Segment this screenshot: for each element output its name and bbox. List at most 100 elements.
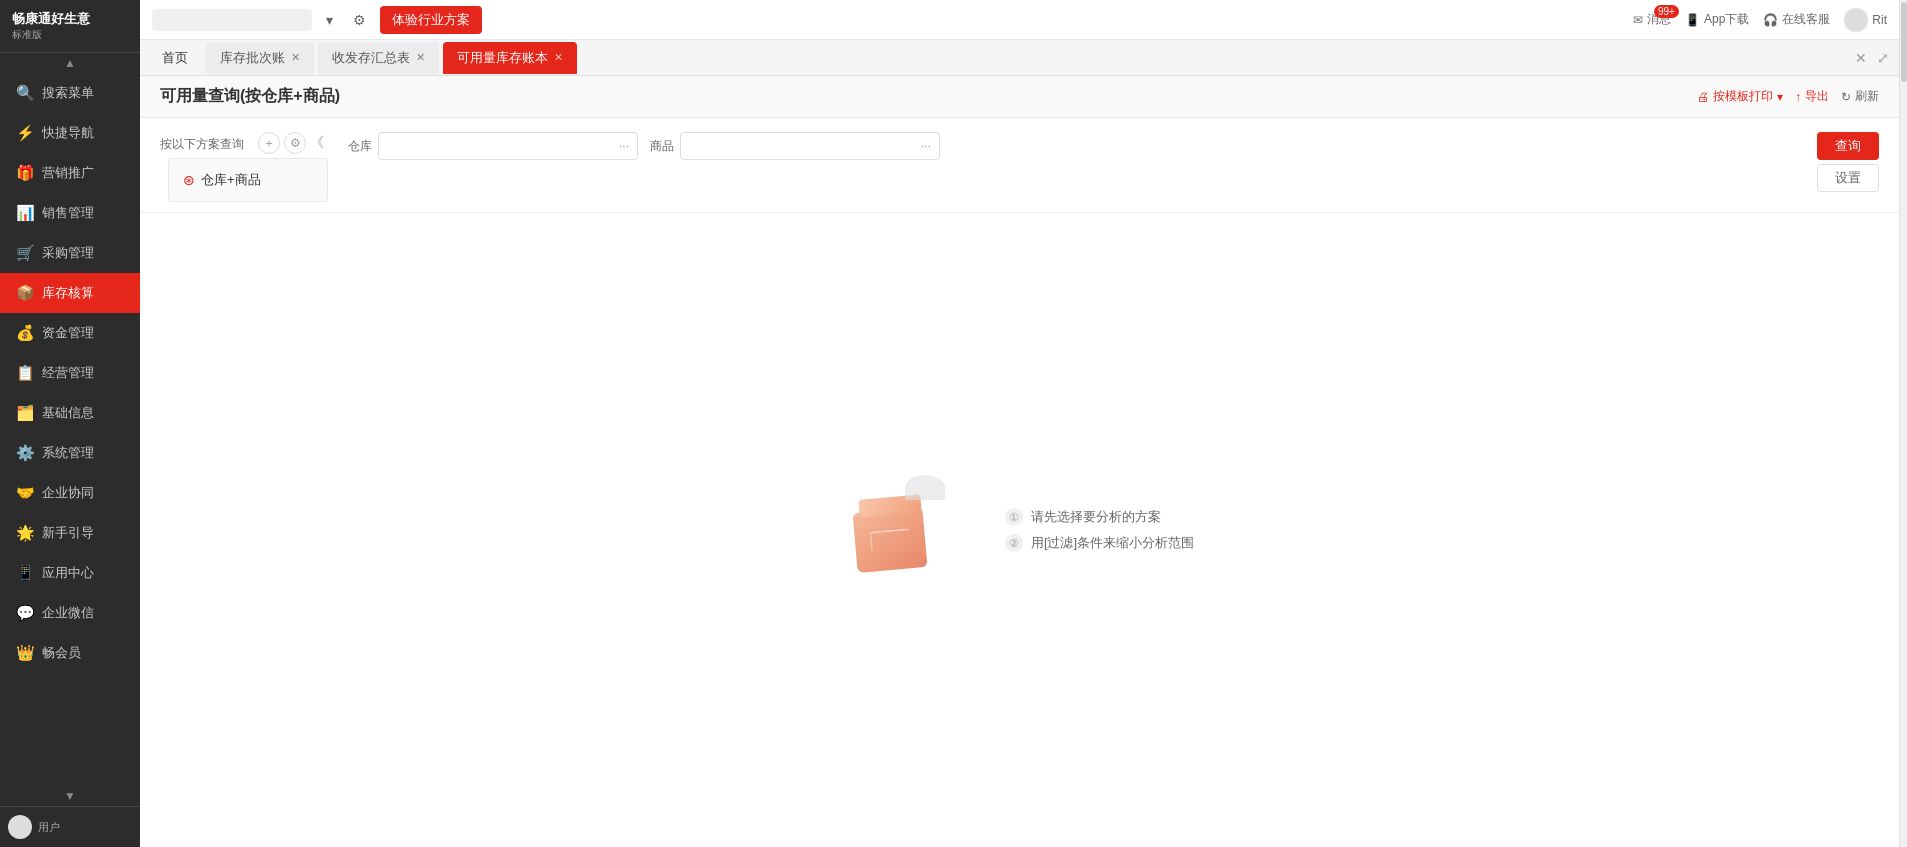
sidebar-item-search[interactable]: 🔍 搜索菜单 <box>0 73 140 113</box>
edit-scheme-btn[interactable]: ⚙ <box>284 132 306 154</box>
online-service-label: 在线客服 <box>1782 11 1830 28</box>
sidebar-item-app-center[interactable]: 📱 应用中心 <box>0 553 140 593</box>
refresh-icon: ↻ <box>1841 90 1851 104</box>
tip-text-1: 请先选择要分析的方案 <box>1031 508 1161 526</box>
user-menu[interactable]: Rit <box>1844 8 1887 32</box>
dropdown-btn[interactable]: ▾ <box>320 10 339 30</box>
tab-maximize-btn[interactable]: ⤢ <box>1875 48 1891 68</box>
sidebar-scroll-down[interactable]: ▼ <box>0 786 140 806</box>
top-bar-right: ✉ 消息 99+ 📱 App下载 🎧 在线客服 Rit <box>1633 8 1887 32</box>
sidebar-item-label: 资金管理 <box>42 324 94 342</box>
product-input[interactable]: ··· <box>680 132 940 160</box>
print-icon: 🖨 <box>1697 90 1709 104</box>
right-scrollbar[interactable] <box>1899 0 1907 847</box>
username: Rit <box>1872 13 1887 27</box>
tab-collect-ledger[interactable]: 收发存汇总表 ✕ <box>318 42 439 74</box>
search-icon: 🔍 <box>16 84 34 102</box>
sidebar-item-enterprise[interactable]: 🤝 企业协同 <box>0 473 140 513</box>
template-print-btn[interactable]: 🖨 按模板打印 ▾ <box>1697 88 1783 105</box>
tip-text-2: 用[过滤]条件来缩小分析范围 <box>1031 534 1194 552</box>
phone-icon: 📱 <box>1685 13 1700 27</box>
sidebar-item-inventory[interactable]: 📦 库存核算 <box>0 273 140 313</box>
shortcut-icon: ⚡ <box>16 124 34 142</box>
print-dropdown-icon[interactable]: ▾ <box>1777 90 1783 104</box>
empty-tip-2: ② 用[过滤]条件来缩小分析范围 <box>1005 534 1194 552</box>
scrollbar-thumb <box>1901 2 1907 82</box>
tip-num-2: ② <box>1005 534 1023 552</box>
operation-icon: 📋 <box>16 364 34 382</box>
cart-icon: 🛒 <box>16 244 34 262</box>
sidebar-item-shortcut[interactable]: ⚡ 快捷导航 <box>0 113 140 153</box>
industry-btn[interactable]: 体验行业方案 <box>380 6 482 34</box>
search-input[interactable] <box>152 9 312 31</box>
empty-illustration <box>845 470 965 590</box>
sidebar-scroll: 🔍 搜索菜单 ⚡ 快捷导航 🎁 营销推广 📊 销售管理 🛒 采购管理 📦 库存核… <box>0 73 140 786</box>
main-area: ▾ ⚙ 体验行业方案 ✉ 消息 99+ 📱 App下载 🎧 在线客服 Rit <box>140 0 1899 847</box>
app-download-label: App下载 <box>1704 11 1749 28</box>
online-service-btn[interactable]: 🎧 在线客服 <box>1763 11 1830 28</box>
sidebar-item-guide[interactable]: 🌟 新手引导 <box>0 513 140 553</box>
tab-available-ledger[interactable]: 可用量库存账本 ✕ <box>443 42 577 74</box>
sidebar-item-operation[interactable]: 📋 经营管理 <box>0 353 140 393</box>
scheme-icon: ⊛ <box>183 172 195 188</box>
filter-actions: ＋ ⚙ 《 <box>258 132 324 154</box>
gear-icon: ⚙️ <box>16 444 34 462</box>
info-icon: 🗂️ <box>16 404 34 422</box>
user-name-label: 用户 <box>38 820 60 835</box>
sidebar-scroll-up[interactable]: ▲ <box>0 53 140 73</box>
warehouse-more-btn[interactable]: ··· <box>619 139 629 153</box>
app-name: 畅康通好生意 <box>12 10 128 28</box>
query-button[interactable]: 查询 <box>1817 132 1879 160</box>
settings-icon-btn[interactable]: ⚙ <box>347 10 372 30</box>
tab-available-ledger-close[interactable]: ✕ <box>554 51 563 64</box>
product-more-btn[interactable]: ··· <box>921 139 931 153</box>
sidebar-item-basic-info[interactable]: 🗂️ 基础信息 <box>0 393 140 433</box>
filter-section: 按以下方案查询 ＋ ⚙ 《 ⊛ 仓库+商品 仓库 ··· <box>140 118 1899 213</box>
sidebar-item-sales[interactable]: 📊 销售管理 <box>0 193 140 233</box>
headphone-icon: 🎧 <box>1763 13 1778 27</box>
scheme-item-warehouse-product[interactable]: ⊛ 仓库+商品 <box>169 165 327 195</box>
export-btn[interactable]: ↑ 导出 <box>1795 88 1829 105</box>
export-icon: ↑ <box>1795 90 1801 104</box>
sidebar-item-label: 应用中心 <box>42 564 94 582</box>
filter-field-warehouse: 仓库 ··· <box>348 132 638 160</box>
sidebar-item-label: 畅会员 <box>42 644 81 662</box>
tab-home[interactable]: 首页 <box>148 42 202 74</box>
tab-batch-ledger-close[interactable]: ✕ <box>291 51 300 64</box>
sidebar-item-label: 企业协同 <box>42 484 94 502</box>
sidebar-bottom: 用户 <box>0 806 140 847</box>
app-download-btn[interactable]: 📱 App下载 <box>1685 11 1749 28</box>
sidebar-item-label: 企业微信 <box>42 604 94 622</box>
filter-label: 按以下方案查询 <box>160 136 244 153</box>
crown-icon: 👑 <box>16 644 34 662</box>
empty-tips: ① 请先选择要分析的方案 ② 用[过滤]条件来缩小分析范围 <box>1005 508 1194 552</box>
filter-field-product: 商品 ··· <box>650 132 940 160</box>
gift-icon: 🎁 <box>16 164 34 182</box>
product-field-label: 商品 <box>650 138 674 155</box>
warehouse-field-label: 仓库 <box>348 138 372 155</box>
wechat-icon: 💬 <box>16 604 34 622</box>
tab-close-btn[interactable]: ✕ <box>1853 48 1869 68</box>
warehouse-input[interactable]: ··· <box>378 132 638 160</box>
tab-batch-ledger[interactable]: 库存批次账 ✕ <box>206 42 314 74</box>
sidebar-item-label: 基础信息 <box>42 404 94 422</box>
sidebar-item-label: 采购管理 <box>42 244 94 262</box>
content-header: 可用量查询(按仓库+商品) 🖨 按模板打印 ▾ ↑ 导出 ↻ 刷新 <box>140 76 1899 118</box>
sidebar-item-system[interactable]: ⚙️ 系统管理 <box>0 433 140 473</box>
sidebar-item-member[interactable]: 👑 畅会员 <box>0 633 140 673</box>
sidebar-logo: 畅康通好生意 标准版 <box>0 0 140 53</box>
message-btn[interactable]: ✉ 消息 99+ <box>1633 11 1671 28</box>
collapse-panel-btn[interactable]: 《 <box>310 134 324 152</box>
sidebar-item-marketing[interactable]: 🎁 营销推广 <box>0 153 140 193</box>
add-scheme-btn[interactable]: ＋ <box>258 132 280 154</box>
sidebar-item-label: 新手引导 <box>42 524 94 542</box>
settings-button[interactable]: 设置 <box>1817 164 1879 192</box>
refresh-btn[interactable]: ↻ 刷新 <box>1841 88 1879 105</box>
tab-collect-ledger-close[interactable]: ✕ <box>416 51 425 64</box>
star-icon: 🌟 <box>16 524 34 542</box>
action-buttons: 查询 设置 <box>1817 128 1879 196</box>
tip-num-1: ① <box>1005 508 1023 526</box>
sidebar-item-purchase[interactable]: 🛒 采购管理 <box>0 233 140 273</box>
sidebar-item-finance[interactable]: 💰 资金管理 <box>0 313 140 353</box>
sidebar-item-wechat[interactable]: 💬 企业微信 <box>0 593 140 633</box>
